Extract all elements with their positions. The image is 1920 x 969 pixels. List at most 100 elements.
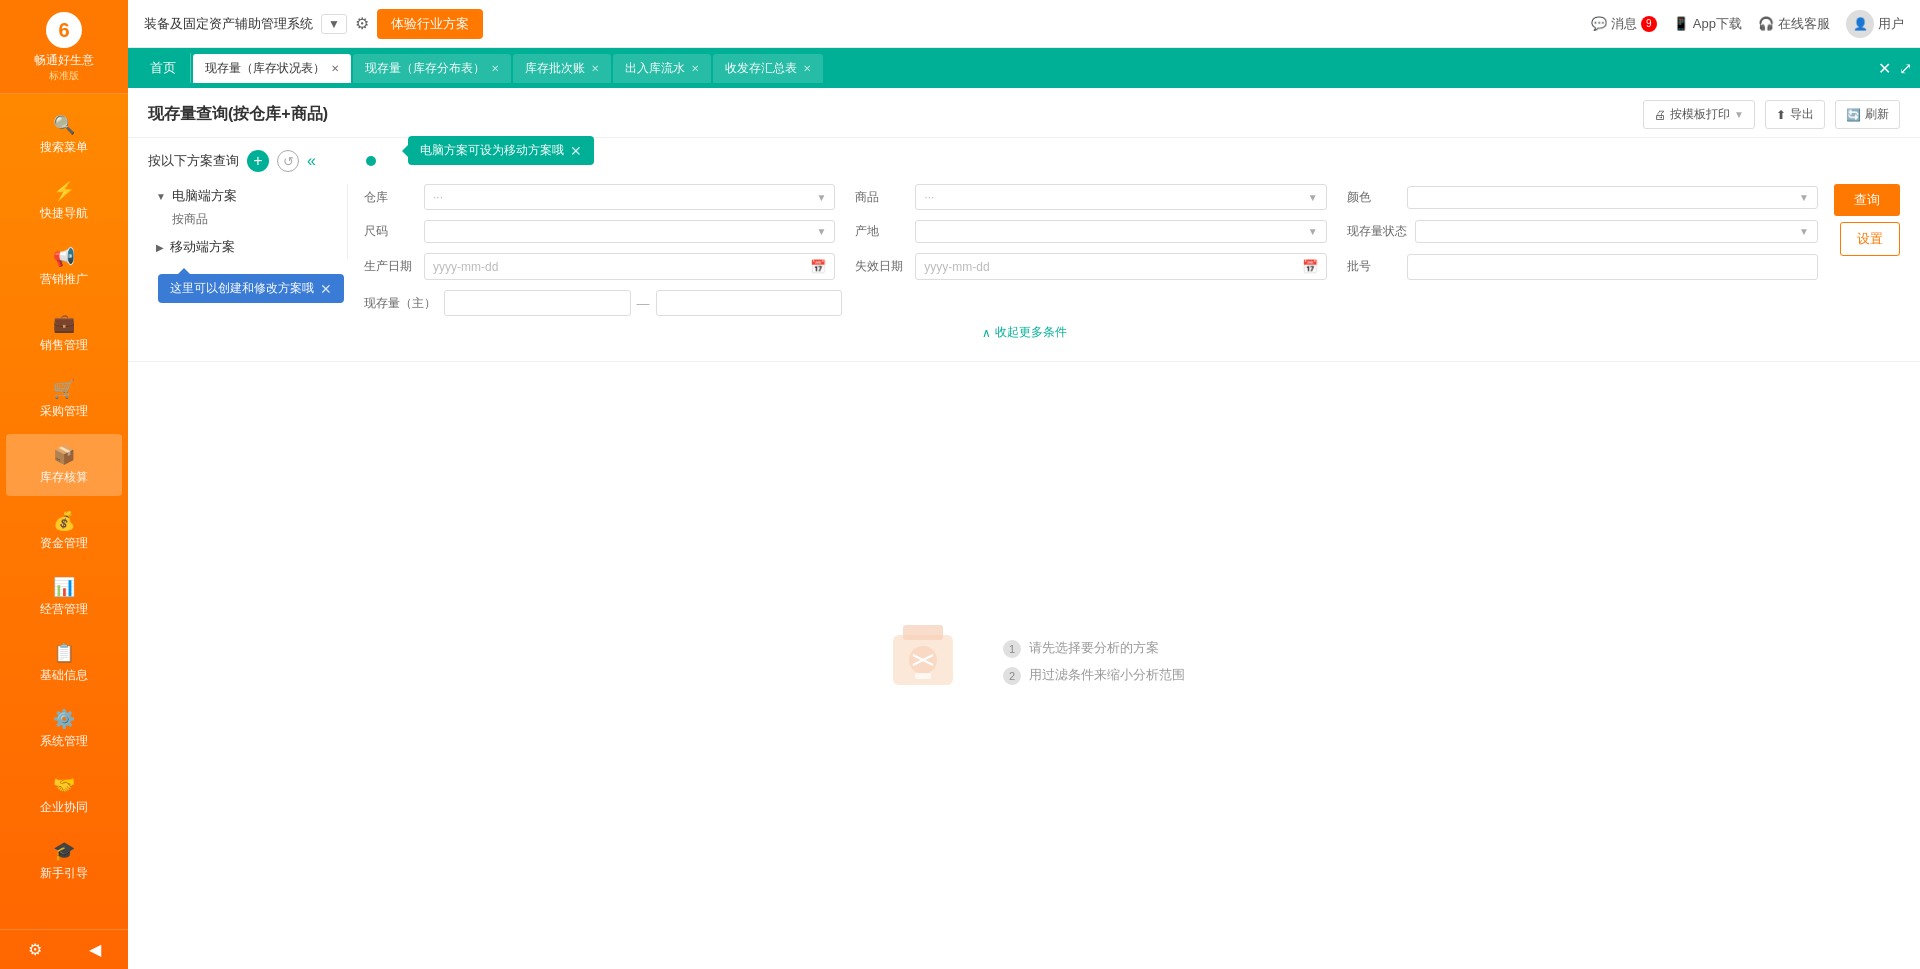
filter-production-date: 生产日期 yyyy-mm-dd 📅 <box>364 253 835 280</box>
warehouse-select[interactable]: ··· ▼ <box>424 184 835 210</box>
sidebar-item-system[interactable]: ⚙️ 系统管理 <box>6 698 122 760</box>
search-icon: 🔍 <box>53 114 75 136</box>
sidebar-item-search[interactable]: 🔍 搜索菜单 <box>6 104 122 166</box>
filter-body: ▼ 电脑端方案 按商品 ▶ 移动端方案 这里可以创建和修改方案哦 ✕ <box>148 184 1900 316</box>
tooltip-close-icon[interactable]: ✕ <box>320 281 332 297</box>
tab-close-icon[interactable]: ✕ <box>691 63 699 74</box>
collapse-conditions-btn[interactable]: ∧ 收起更多条件 <box>148 316 1900 349</box>
trial-btn[interactable]: 体验行业方案 <box>377 9 483 39</box>
tab-inventory-dist[interactable]: 现存量（库存分布表） ✕ <box>353 54 511 83</box>
batch-input[interactable] <box>1407 254 1818 280</box>
collapse-label: 收起更多条件 <box>995 324 1067 341</box>
scheme-label: 移动端方案 <box>170 238 235 256</box>
tab-inventory-status[interactable]: 现存量（库存状况表） ✕ <box>193 54 351 83</box>
tooltip-text: 电脑方案可设为移动方案哦 <box>420 142 564 159</box>
sidebar-item-marketing[interactable]: 📢 营销推广 <box>6 236 122 298</box>
sidebar-item-quick[interactable]: ⚡ 快捷导航 <box>6 170 122 232</box>
topbar-gear-icon[interactable]: ⚙ <box>355 14 369 33</box>
maximize-icon[interactable]: ⤢ <box>1899 59 1912 78</box>
sidebar-item-purchase[interactable]: 🛒 采购管理 <box>6 368 122 430</box>
content-area: 现存量查询(按仓库+商品) 🖨 按模板打印 ▼ ⬆ 导出 🔄 刷新 <box>128 88 1920 969</box>
tab-close-icon[interactable]: ✕ <box>331 63 339 74</box>
tab-close-icon[interactable]: ✕ <box>491 63 499 74</box>
print-btn[interactable]: 🖨 按模板打印 ▼ <box>1643 100 1755 129</box>
goods-label: 商品 <box>855 189 907 206</box>
sidebar-item-enterprise[interactable]: 🤝 企业协同 <box>6 764 122 826</box>
sidebar-item-label: 企业协同 <box>40 799 88 816</box>
add-scheme-btn[interactable]: + <box>247 150 269 172</box>
sidebar-item-inventory[interactable]: 📦 库存核算 <box>6 434 122 496</box>
logo-text: 畅通好生意 <box>34 52 94 69</box>
tab-in-out-flow[interactable]: 出入库流水 ✕ <box>613 54 711 83</box>
quick-icon: ⚡ <box>53 180 75 202</box>
close-tab-icon[interactable]: ✕ <box>1878 59 1891 78</box>
query-btn[interactable]: 查询 <box>1834 184 1900 216</box>
stock-qty-min[interactable] <box>444 290 631 316</box>
topbar-right: 💬 消息 9 📱 App下载 🎧 在线客服 👤 用户 <box>1591 10 1904 38</box>
warehouse-dots: ··· <box>433 190 443 204</box>
sidebar-item-sales[interactable]: 💼 销售管理 <box>6 302 122 364</box>
sidebar-item-label: 营销推广 <box>40 271 88 288</box>
origin-select[interactable]: ▼ <box>915 220 1326 243</box>
basic-icon: 📋 <box>53 642 75 664</box>
print-arrow-icon: ▼ <box>1734 109 1744 120</box>
scheme-mobile[interactable]: ▶ 移动端方案 <box>148 235 339 259</box>
scheme-label: 电脑端方案 <box>172 187 237 205</box>
operation-icon: 📊 <box>53 576 75 598</box>
sidebar-item-basic[interactable]: 📋 基础信息 <box>6 632 122 694</box>
stock-qty-max[interactable] <box>656 290 843 316</box>
page-title: 现存量查询(按仓库+商品) <box>148 104 328 125</box>
sidebar-item-label: 系统管理 <box>40 733 88 750</box>
batch-label: 批号 <box>1347 258 1399 275</box>
sync-scheme-btn[interactable]: ↺ <box>277 150 299 172</box>
collapse-up-icon: ∧ <box>982 326 991 340</box>
range-dash: — <box>637 296 650 311</box>
scheme-sub-item[interactable]: 按商品 <box>148 208 339 231</box>
app-download-btn[interactable]: 📱 App下载 <box>1673 15 1742 33</box>
sidebar-item-label: 搜索菜单 <box>40 139 88 156</box>
refresh-btn[interactable]: 🔄 刷新 <box>1835 100 1900 129</box>
tab-label: 收发存汇总表 <box>725 60 797 77</box>
sidebar-item-label: 基础信息 <box>40 667 88 684</box>
support-btn[interactable]: 🎧 在线客服 <box>1758 15 1830 33</box>
filter-batch: 批号 <box>1347 253 1818 280</box>
stock-status-select[interactable]: ▼ <box>1415 220 1818 243</box>
sidebar-item-guide[interactable]: 🎓 新手引导 <box>6 830 122 892</box>
stock-status-label: 现存量状态 <box>1347 223 1407 240</box>
sidebar-item-finance[interactable]: 💰 资金管理 <box>6 500 122 562</box>
arrow-scheme-btn[interactable]: « <box>307 152 316 170</box>
system-dropdown-btn[interactable]: ▼ <box>321 14 347 34</box>
message-btn[interactable]: 💬 消息 9 <box>1591 15 1657 33</box>
sidebar-item-operation[interactable]: 📊 经营管理 <box>6 566 122 628</box>
empty-illustration <box>863 595 983 736</box>
expiry-date-label: 失效日期 <box>855 258 907 275</box>
stock-qty-label: 现存量（主） <box>364 295 436 312</box>
production-date-input[interactable]: yyyy-mm-dd 📅 <box>424 253 835 280</box>
tab-home[interactable]: 首页 <box>136 53 191 83</box>
setting-btn[interactable]: 设置 <box>1840 222 1900 256</box>
warehouse-label: 仓库 <box>364 189 416 206</box>
size-select[interactable]: ▼ <box>424 220 835 243</box>
settings-bottom-btn[interactable]: ⚙ <box>28 940 42 959</box>
connector-dot <box>366 156 376 166</box>
filter-warehouse: 仓库 ··· ▼ <box>364 184 835 210</box>
app-label: App下载 <box>1693 15 1742 33</box>
tab-close-icon[interactable]: ✕ <box>803 63 811 74</box>
tab-batch-account[interactable]: 库存批次账 ✕ <box>513 54 611 83</box>
tooltip-text: 这里可以创建和修改方案哦 <box>170 280 314 297</box>
export-btn[interactable]: ⬆ 导出 <box>1765 100 1825 129</box>
step-num-2: 2 <box>1003 667 1021 685</box>
color-select[interactable]: ▼ <box>1407 186 1818 209</box>
tab-close-icon[interactable]: ✕ <box>591 63 599 74</box>
collapse-btn[interactable]: ◀ <box>89 940 101 959</box>
create-tooltip: 这里可以创建和修改方案哦 ✕ <box>158 274 344 303</box>
tab-label: 现存量（库存分布表） <box>365 60 485 77</box>
sales-icon: 💼 <box>53 312 75 334</box>
goods-select[interactable]: ··· ▼ <box>915 184 1326 210</box>
scheme-pc[interactable]: ▼ 电脑端方案 <box>148 184 339 208</box>
marketing-icon: 📢 <box>53 246 75 268</box>
tab-receive-send[interactable]: 收发存汇总表 ✕ <box>713 54 823 83</box>
tooltip-close-icon[interactable]: ✕ <box>570 143 582 159</box>
expiry-date-input[interactable]: yyyy-mm-dd 📅 <box>915 253 1326 280</box>
user-menu[interactable]: 👤 用户 <box>1846 10 1904 38</box>
